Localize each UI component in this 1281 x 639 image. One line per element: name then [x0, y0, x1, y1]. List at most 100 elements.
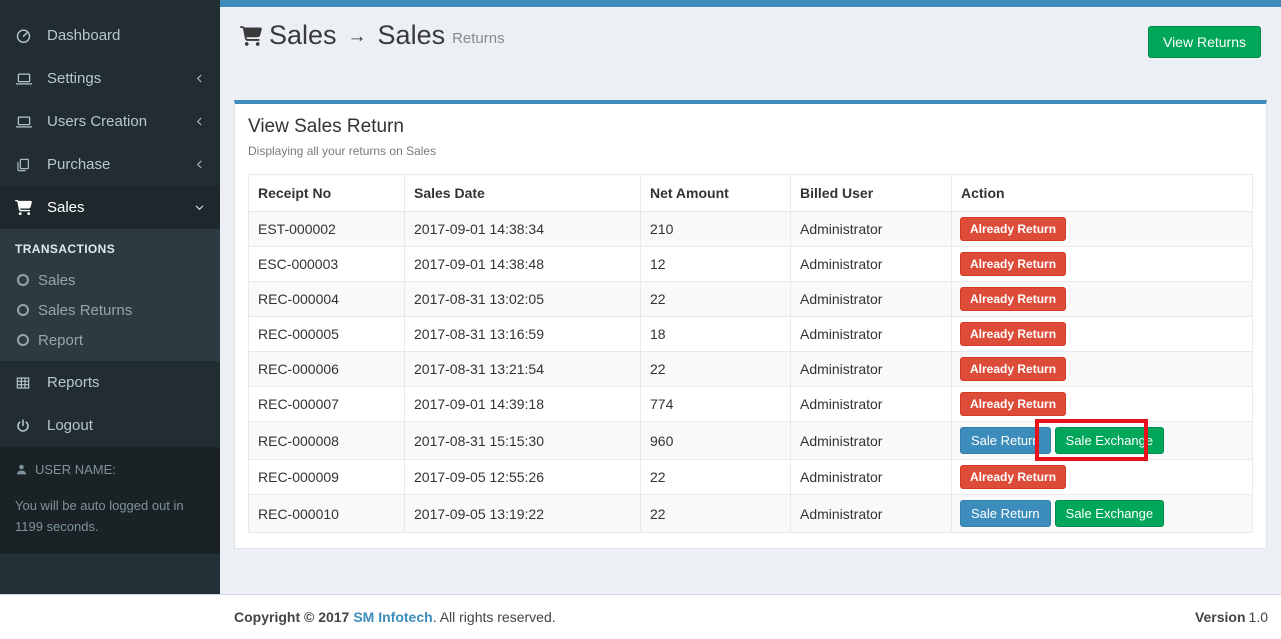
copyright-suffix: . All rights reserved. [432, 609, 556, 625]
sale-return-button[interactable]: Sale Return [960, 500, 1051, 527]
copyright-prefix: Copyright © 2017 [234, 609, 350, 625]
receipt-no-cell: REC-000004 [248, 281, 405, 317]
sales-date-cell: 2017-09-05 13:19:22 [404, 494, 641, 533]
table-row: REC-000004 2017-08-31 13:02:05 22 Administr… [248, 281, 1253, 317]
sale-return-button[interactable]: Sale Return [960, 427, 1051, 454]
sidebar-item-label: Purchase [47, 156, 111, 173]
sale-exchange-button[interactable]: Sale Exchange [1054, 427, 1165, 454]
auto-logout-notice: You will be auto logged out in 1199 seco… [15, 498, 184, 534]
breadcrumb-page: Sales [377, 20, 446, 50]
sales-date-cell: 2017-08-31 15:15:30 [404, 421, 641, 460]
version-text: Version 1.0 [1195, 609, 1268, 625]
footer: Copyright © 2017 SM Infotech. All rights … [0, 594, 1281, 639]
circle-icon [17, 334, 29, 346]
view-returns-button[interactable]: View Returns [1147, 26, 1261, 58]
action-cell: Already Return [951, 459, 1253, 495]
sidebar-menu: Dashboard Settings Users Creation Purcha… [0, 0, 220, 229]
sales-returns-table: Receipt No Sales Date Net Amount Billed … [248, 174, 1253, 533]
sales-date-cell: 2017-09-01 14:38:34 [404, 211, 641, 247]
table-row: REC-000006 2017-08-31 13:21:54 22 Administr… [248, 351, 1253, 387]
receipt-no-cell: EST-000002 [248, 211, 405, 247]
user-icon [15, 463, 35, 476]
copy-icon [15, 157, 40, 173]
action-cell: Already Return [951, 316, 1253, 352]
net-amount-cell: 960 [640, 421, 791, 460]
sidebar-item-sales[interactable]: Sales [0, 186, 220, 229]
column-header-action: Action [951, 174, 1253, 212]
arrow-right-icon: → [347, 25, 367, 47]
net-amount-cell: 12 [640, 246, 791, 282]
sidebar-item-report[interactable]: Report [0, 325, 220, 355]
action-cell: Already Return [951, 351, 1253, 387]
circle-icon [17, 304, 29, 316]
sidebar-item-users-creation[interactable]: Users Creation [0, 100, 220, 143]
already-return-button[interactable]: Already Return [960, 287, 1067, 311]
already-return-button[interactable]: Already Return [960, 322, 1067, 346]
net-amount-cell: 22 [640, 459, 791, 495]
chevron-left-icon [194, 116, 205, 127]
already-return-button[interactable]: Already Return [960, 357, 1067, 381]
sidebar-item-label: Users Creation [47, 113, 148, 130]
sidebar-item-logout[interactable]: Logout [0, 404, 220, 447]
receipt-no-cell: REC-000006 [248, 351, 405, 387]
sale-exchange-button[interactable]: Sale Exchange [1054, 500, 1165, 527]
version-label: Version [1194, 609, 1246, 625]
sidebar-item-transactions-sales[interactable]: Sales [0, 265, 220, 295]
user-name-label: USER NAME: [35, 462, 116, 477]
billed-user-cell: Administrator [790, 211, 952, 247]
sales-return-panel: View Sales Return Displaying all your re… [234, 100, 1267, 549]
action-cell: Sale Return Sale Exchange [951, 494, 1253, 533]
page-header: Sales → Sales Returns View Returns [220, 7, 1281, 87]
receipt-no-cell: REC-000009 [248, 459, 405, 495]
sidebar: Dashboard Settings Users Creation Purcha… [0, 0, 220, 594]
content-area: Sales → Sales Returns View Returns View … [220, 0, 1281, 594]
billed-user-cell: Administrator [790, 386, 952, 422]
sidebar-item-label: Dashboard [47, 27, 121, 44]
table-row: REC-000009 2017-09-05 12:55:26 22 Administr… [248, 459, 1253, 495]
sidebar-item-label: Reports [47, 374, 100, 391]
panel-title: View Sales Return [248, 116, 404, 137]
billed-user-cell: Administrator [790, 281, 952, 317]
column-header-sales-date: Sales Date [404, 174, 641, 212]
sidebar-item-reports[interactable]: Reports [0, 361, 220, 404]
table-row: REC-000010 2017-09-05 13:19:22 22 Administr… [248, 494, 1253, 533]
already-return-button[interactable]: Already Return [960, 465, 1067, 489]
receipt-no-cell: ESC-000003 [248, 246, 405, 282]
net-amount-cell: 210 [640, 211, 791, 247]
version-value: 1.0 [1248, 609, 1268, 625]
net-amount-cell: 22 [640, 351, 791, 387]
sidebar-bottom-strip [0, 553, 220, 594]
action-cell: Sale Return Sale Exchange [951, 419, 1253, 461]
billed-user-cell: Administrator [790, 246, 952, 282]
laptop-icon [15, 113, 40, 131]
top-accent-bar [220, 0, 1281, 7]
user-panel: USER NAME: You will be auto logged out i… [0, 447, 220, 554]
sidebar-item-purchase[interactable]: Purchase [0, 143, 220, 186]
net-amount-cell: 22 [640, 494, 791, 533]
panel-subtitle: Displaying all your returns on Sales [248, 144, 437, 158]
already-return-button[interactable]: Already Return [960, 217, 1067, 241]
already-return-button[interactable]: Already Return [960, 252, 1067, 276]
cart-icon [240, 25, 262, 47]
action-cell: Already Return [951, 386, 1253, 422]
sales-date-cell: 2017-08-31 13:02:05 [404, 281, 641, 317]
table-row: REC-000007 2017-09-01 14:39:18 774 Administ… [248, 386, 1253, 422]
column-header-receipt-no: Receipt No [248, 174, 405, 212]
breadcrumb: Sales → Sales Returns [240, 20, 1261, 51]
net-amount-cell: 22 [640, 281, 791, 317]
sidebar-item-settings[interactable]: Settings [0, 57, 220, 100]
column-header-billed-user: Billed User [790, 174, 952, 212]
action-cell: Already Return [951, 246, 1253, 282]
action-cell: Already Return [951, 211, 1253, 247]
company-link[interactable]: SM Infotech [353, 609, 432, 625]
sidebar-item-label: Sales [47, 199, 85, 216]
sales-date-cell: 2017-09-01 14:39:18 [404, 386, 641, 422]
submenu-item-label: Report [38, 331, 84, 349]
sidebar-item-sales-returns[interactable]: Sales Returns [0, 295, 220, 325]
table-row: ESC-000003 2017-09-01 14:38:48 12 Administr… [248, 246, 1253, 282]
net-amount-cell: 774 [640, 386, 791, 422]
sidebar-item-dashboard[interactable]: Dashboard [0, 14, 220, 57]
already-return-button[interactable]: Already Return [960, 392, 1067, 416]
sales-submenu: TRANSACTIONS Sales Sales Returns Report [0, 229, 220, 361]
submenu-header: TRANSACTIONS [15, 242, 116, 256]
